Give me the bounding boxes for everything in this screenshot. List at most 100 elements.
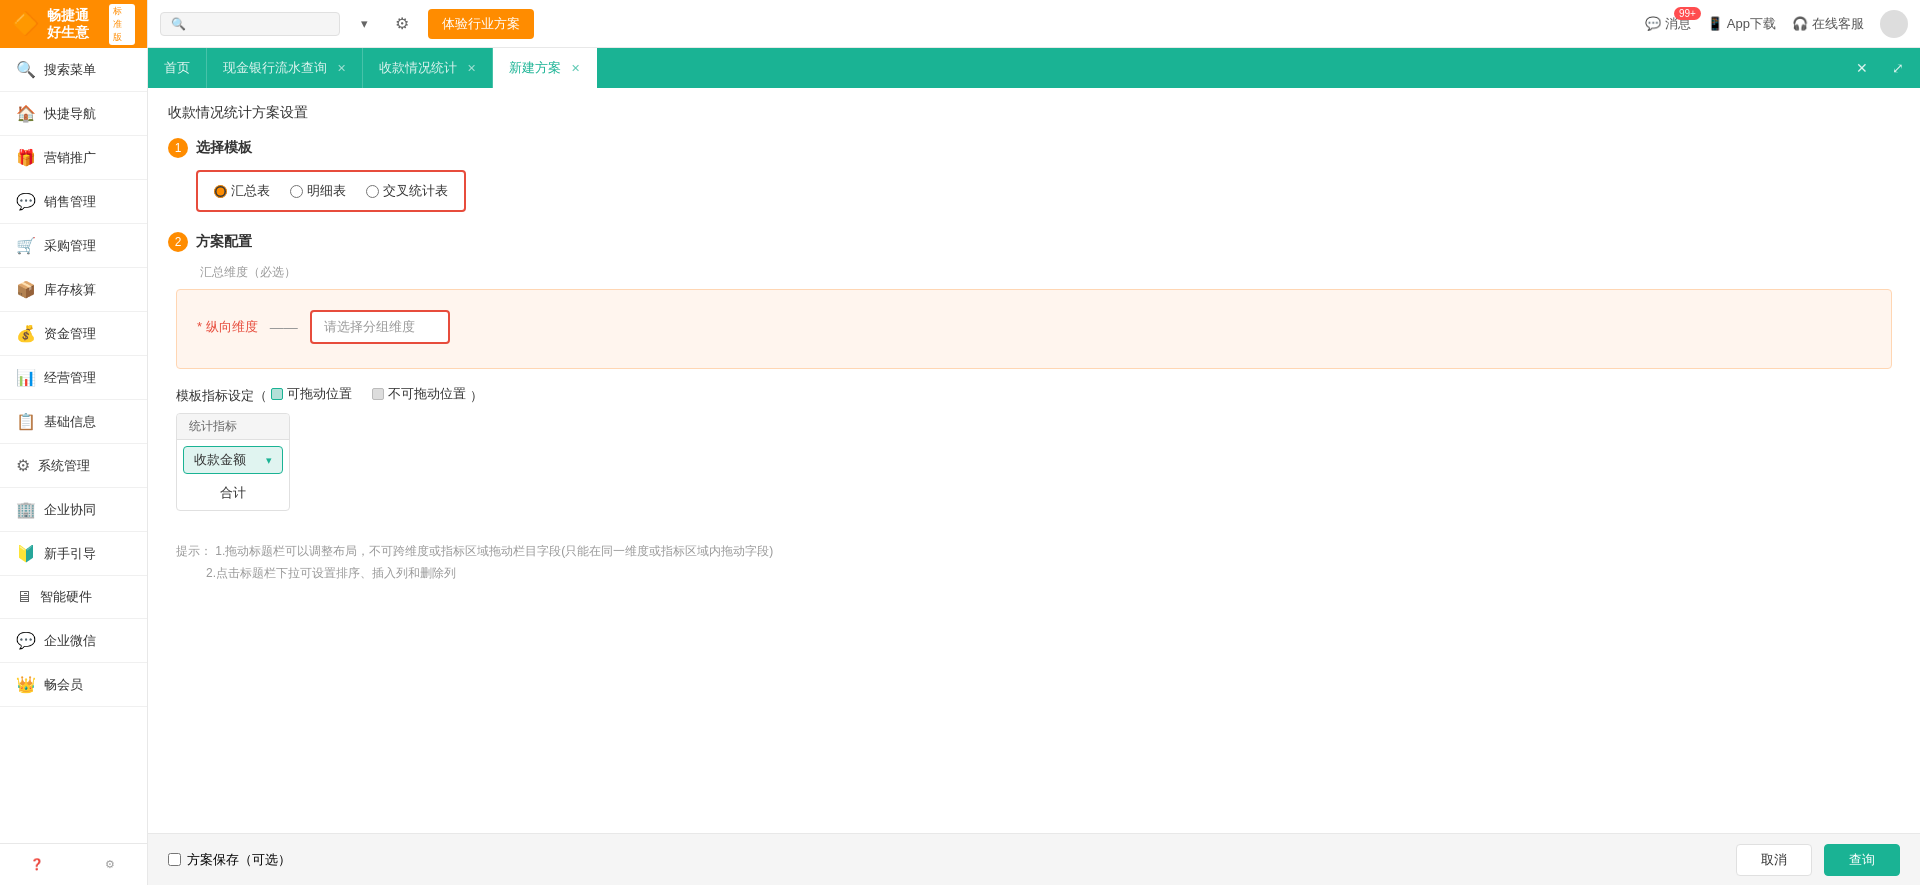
step2-title: 方案配置: [196, 233, 252, 251]
tips-item1: 提示： 1.拖动标题栏可以调整布局，不可跨维度或指标区域拖动栏目字段(只能在同一…: [176, 541, 1892, 563]
radio-detail[interactable]: 明细表: [290, 182, 346, 200]
step1-header: 1 选择模板: [168, 138, 1900, 158]
sidebar-item-guide[interactable]: 🔰 新手引导: [0, 532, 147, 576]
sidebar-item-purchase[interactable]: 🛒 采购管理: [0, 224, 147, 268]
sidebar-label-smart-hw: 智能硬件: [40, 588, 92, 606]
tab-home[interactable]: 首页: [148, 48, 207, 88]
radio-summary[interactable]: 汇总表: [214, 182, 270, 200]
settings-icon: ⚙: [105, 858, 115, 871]
metrics-label-text: 模板指标设定（: [176, 388, 267, 403]
sidebar-nav: 🔍 搜索菜单 🏠 快捷导航 🎁 营销推广 💬 销售管理 🛒 采购管理 📦 库存核…: [0, 48, 147, 843]
radio-cross[interactable]: 交叉统计表: [366, 182, 448, 200]
online-service-icon: 🎧: [1792, 16, 1808, 31]
sidebar-label-search-menu: 搜索菜单: [44, 61, 96, 79]
search-box[interactable]: 🔍: [160, 12, 340, 36]
sidebar-label-marketing: 营销推广: [44, 149, 96, 167]
sidebar-item-enterprise[interactable]: 🏢 企业协同: [0, 488, 147, 532]
sidebar-item-basic-info[interactable]: 📋 基础信息: [0, 400, 147, 444]
sidebar-label-finance: 资金管理: [44, 325, 96, 343]
save-checkbox-label: 方案保存（可选）: [187, 851, 291, 869]
app-download-label: App下载: [1727, 15, 1776, 33]
notification-item[interactable]: 💬 消息 99+: [1645, 15, 1691, 33]
metrics-separator: [355, 388, 368, 403]
logo-icon: 🔶: [12, 11, 39, 37]
sidebar-bottom-help[interactable]: ❓: [0, 852, 74, 877]
tab-bank-flow[interactable]: 现金银行流水查询 ✕: [207, 48, 363, 88]
radio-detail-input[interactable]: [290, 185, 303, 198]
radio-summary-input[interactable]: [214, 185, 227, 198]
bank-flow-tab-label: 现金银行流水查询: [223, 59, 327, 77]
sidebar-item-search-menu[interactable]: 🔍 搜索菜单: [0, 48, 147, 92]
sidebar-label-sales: 销售管理: [44, 193, 96, 211]
metrics-tag-amount[interactable]: 收款金额 ▾: [183, 446, 283, 474]
sidebar-item-inventory[interactable]: 📦 库存核算: [0, 268, 147, 312]
sidebar-item-smart-hw[interactable]: 🖥 智能硬件: [0, 576, 147, 619]
dimension-box: * 纵向维度 —— 请选择分组维度: [176, 289, 1892, 369]
metrics-config: 模板指标设定（ 可拖动位置 不可拖动位置 ） 统计: [168, 385, 1900, 511]
page-title: 收款情况统计方案设置: [168, 104, 1900, 122]
dimension-select[interactable]: 请选择分组维度: [310, 310, 450, 344]
fixed-legend-dot: [372, 388, 384, 400]
radio-cross-input[interactable]: [366, 185, 379, 198]
new-plan-tab-close[interactable]: ✕: [571, 62, 580, 75]
purchase-icon: 🛒: [16, 236, 36, 255]
sidebar-item-marketing[interactable]: 🎁 营销推广: [0, 136, 147, 180]
search-menu-icon: 🔍: [16, 60, 36, 79]
tabbar-actions: ✕ ⤢: [1848, 54, 1920, 82]
receipt-stats-tab-close[interactable]: ✕: [467, 62, 476, 75]
quick-nav-icon: 🏠: [16, 104, 36, 123]
sidebar-item-operations[interactable]: 📊 经营管理: [0, 356, 147, 400]
step1-title: 选择模板: [196, 139, 252, 157]
topbar: 🔍 ▾ ⚙ 体验行业方案 💬 消息 99+ 📱 App下载 🎧 在线客服: [148, 0, 1920, 48]
cancel-button[interactable]: 取消: [1736, 844, 1812, 876]
sidebar-item-member[interactable]: 👑 畅会员: [0, 663, 147, 707]
sidebar-item-system[interactable]: ⚙ 系统管理: [0, 444, 147, 488]
system-icon: ⚙: [16, 456, 30, 475]
metrics-table-label: 统计指标: [177, 414, 289, 440]
sidebar-label-inventory: 库存核算: [44, 281, 96, 299]
metrics-total: 合计: [177, 480, 289, 510]
topbar-dropdown-btn[interactable]: ▾: [352, 12, 376, 36]
wechat-icon: 💬: [16, 631, 36, 650]
save-checkbox[interactable]: [168, 853, 181, 866]
template-options: 汇总表 明细表 交叉统计表: [196, 170, 466, 212]
operations-icon: 📊: [16, 368, 36, 387]
tab-new-plan[interactable]: 新建方案 ✕: [493, 48, 597, 88]
metrics-tag-dropdown-icon: ▾: [266, 454, 272, 467]
new-plan-tab-label: 新建方案: [509, 59, 561, 77]
sidebar-item-quick-nav[interactable]: 🏠 快捷导航: [0, 92, 147, 136]
sidebar-item-wechat[interactable]: 💬 企业微信: [0, 619, 147, 663]
home-tab-label: 首页: [164, 59, 190, 77]
user-avatar[interactable]: [1880, 10, 1908, 38]
online-service-item[interactable]: 🎧 在线客服: [1792, 15, 1864, 33]
confirm-button[interactable]: 查询: [1824, 844, 1900, 876]
tips-text1: 1.拖动标题栏可以调整布局，不可跨维度或指标区域拖动栏目字段(只能在同一维度或指…: [215, 544, 773, 558]
app-download-item[interactable]: 📱 App下载: [1707, 15, 1776, 33]
sidebar-label-basic-info: 基础信息: [44, 413, 96, 431]
app-name: 畅捷通好生意: [47, 7, 101, 41]
notification-badge: 99+: [1674, 7, 1701, 20]
receipt-stats-tab-label: 收款情况统计: [379, 59, 457, 77]
movable-legend-dot: [271, 388, 283, 400]
metrics-label: 模板指标设定（ 可拖动位置 不可拖动位置 ）: [176, 385, 483, 405]
sidebar: 🔶 畅捷通好生意 标准版 🔍 搜索菜单 🏠 快捷导航 🎁 营销推广 💬 销售管理…: [0, 0, 148, 885]
dimension-config-label: 汇总维度（必选）: [168, 264, 1900, 281]
topbar-gear-btn[interactable]: ⚙: [388, 10, 416, 38]
sidebar-item-sales[interactable]: 💬 销售管理: [0, 180, 147, 224]
sidebar-bottom-settings[interactable]: ⚙: [74, 852, 148, 877]
sidebar-item-finance[interactable]: 💰 资金管理: [0, 312, 147, 356]
help-icon: ❓: [30, 858, 44, 871]
tab-expand-btn[interactable]: ⤢: [1884, 54, 1912, 82]
bank-flow-tab-close[interactable]: ✕: [337, 62, 346, 75]
inventory-icon: 📦: [16, 280, 36, 299]
dimension-row: * 纵向维度 —— 请选择分组维度: [197, 310, 1871, 344]
save-checkbox-area: 方案保存（可选）: [168, 851, 1724, 869]
tab-receipt-stats[interactable]: 收款情况统计 ✕: [363, 48, 493, 88]
tips-text2: 2.点击标题栏下拉可设置排序、插入列和删除列: [206, 566, 456, 580]
step2-num: 2: [168, 232, 188, 252]
tips-section: 提示： 1.拖动标题栏可以调整布局，不可跨维度或指标区域拖动栏目字段(只能在同一…: [168, 531, 1900, 594]
tab-close-all-btn[interactable]: ✕: [1848, 54, 1876, 82]
sidebar-label-enterprise: 企业协同: [44, 501, 96, 519]
metrics-header: 模板指标设定（ 可拖动位置 不可拖动位置 ）: [168, 385, 1900, 405]
industry-btn[interactable]: 体验行业方案: [428, 9, 534, 39]
